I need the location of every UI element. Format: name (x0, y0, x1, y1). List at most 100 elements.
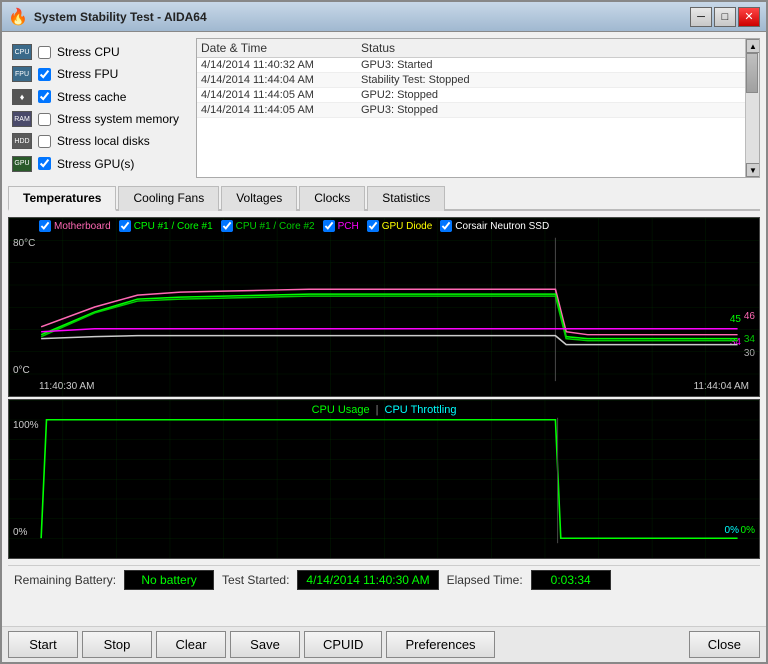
tab-clocks[interactable]: Clocks (299, 186, 365, 211)
log-scrollbar[interactable]: ▲ ▼ (745, 39, 759, 177)
main-window: 🔥 System Stability Test - AIDA64 ─ □ ✕ C… (0, 0, 768, 664)
legend-ssd-label: Corsair Neutron SSD (455, 221, 549, 232)
cpu-chart: CPU Usage | CPU Throttling 100% 0% 0% 0% (8, 399, 760, 559)
legend-pch-label: PCH (338, 221, 359, 232)
close-button[interactable]: Close (689, 631, 760, 658)
legend-pch: PCH (323, 220, 359, 232)
log-status-2: GPU2: Stopped (361, 89, 755, 101)
started-label: Test Started: (222, 573, 289, 587)
bottom-bar: Remaining Battery: No battery Test Start… (8, 565, 760, 594)
stress-item-fpu: FPU Stress FPU (12, 64, 184, 84)
log-row: 4/14/2014 11:40:32 AM GPU3: Started (197, 58, 759, 73)
tabs-section: Temperatures Cooling Fans Voltages Clock… (8, 184, 760, 211)
log-row: 4/14/2014 11:44:05 AM GPU3: Stopped (197, 103, 759, 118)
stress-cpu-checkbox[interactable] (38, 46, 51, 59)
started-value: 4/14/2014 11:40:30 AM (297, 570, 438, 590)
scroll-up-arrow[interactable]: ▲ (746, 39, 760, 53)
clear-button[interactable]: Clear (156, 631, 226, 658)
stop-button[interactable]: Stop (82, 631, 152, 658)
log-date-1: 4/14/2014 11:44:04 AM (201, 74, 361, 86)
log-panel: Date & Time Status 4/14/2014 11:40:32 AM… (196, 38, 760, 178)
legend-cpu2-label: CPU #1 / Core #2 (236, 221, 315, 232)
stress-item-cpu: CPU Stress CPU (12, 42, 184, 62)
legend-cpu2: CPU #1 / Core #2 (221, 220, 315, 232)
tab-cooling[interactable]: Cooling Fans (118, 186, 219, 211)
cpu-chart-svg (9, 400, 759, 558)
stress-disk-label: Stress local disks (57, 134, 150, 148)
mem-icon: RAM (12, 111, 32, 127)
top-section: CPU Stress CPU FPU Stress FPU ♦ Stress c… (8, 38, 760, 178)
chart-area: Motherboard CPU #1 / Core #1 CPU #1 / Co… (8, 217, 760, 559)
log-status-header: Status (361, 41, 755, 55)
elapsed-value: 0:03:34 (531, 570, 611, 590)
tab-temperatures[interactable]: Temperatures (8, 186, 116, 211)
preferences-button[interactable]: Preferences (386, 631, 494, 658)
legend-cpu1-label: CPU #1 / Core #1 (134, 221, 213, 232)
stress-fpu-checkbox[interactable] (38, 68, 51, 81)
title-bar: 🔥 System Stability Test - AIDA64 ─ □ ✕ (2, 2, 766, 32)
titlebar-close-button[interactable]: ✕ (738, 7, 760, 27)
stress-panel: CPU Stress CPU FPU Stress FPU ♦ Stress c… (8, 38, 188, 178)
stress-fpu-label: Stress FPU (57, 67, 118, 81)
stress-gpu-label: Stress GPU(s) (57, 157, 134, 171)
battery-label: Remaining Battery: (14, 573, 116, 587)
legend-gpu-diode-check[interactable] (367, 220, 379, 232)
maximize-button[interactable]: □ (714, 7, 736, 27)
start-button[interactable]: Start (8, 631, 78, 658)
scroll-thumb[interactable] (746, 53, 758, 93)
title-bar-controls: ─ □ ✕ (690, 7, 760, 27)
legend-pch-check[interactable] (323, 220, 335, 232)
tab-voltages[interactable]: Voltages (221, 186, 297, 211)
log-status-1: Stability Test: Stopped (361, 74, 755, 86)
log-header: Date & Time Status (197, 39, 759, 58)
stress-disk-checkbox[interactable] (38, 135, 51, 148)
stress-mem-label: Stress system memory (57, 112, 179, 126)
legend-motherboard: Motherboard (39, 220, 111, 232)
legend-gpu-diode: GPU Diode (367, 220, 433, 232)
log-status-3: GPU3: Stopped (361, 104, 755, 116)
stress-cpu-label: Stress CPU (57, 45, 120, 59)
stress-item-mem: RAM Stress system memory (12, 109, 184, 129)
stress-item-disk: HDD Stress local disks (12, 131, 184, 151)
stress-mem-checkbox[interactable] (38, 113, 51, 126)
log-row: 4/14/2014 11:44:04 AM Stability Test: St… (197, 73, 759, 88)
temp-legend: Motherboard CPU #1 / Core #1 CPU #1 / Co… (39, 220, 749, 232)
log-date-header: Date & Time (201, 41, 361, 55)
legend-ssd: Corsair Neutron SSD (440, 220, 549, 232)
app-icon: 🔥 (8, 7, 28, 27)
legend-gpu-diode-label: GPU Diode (382, 221, 433, 232)
log-status-0: GPU3: Started (361, 59, 755, 71)
disk-icon: HDD (12, 133, 32, 149)
fpu-icon: FPU (12, 66, 32, 82)
elapsed-label: Elapsed Time: (447, 573, 523, 587)
stress-cache-label: Stress cache (57, 90, 126, 104)
window-title: System Stability Test - AIDA64 (34, 10, 207, 24)
legend-motherboard-check[interactable] (39, 220, 51, 232)
gpu-icon: GPU (12, 156, 32, 172)
stress-gpu-checkbox[interactable] (38, 157, 51, 170)
scroll-down-arrow[interactable]: ▼ (746, 163, 760, 177)
tab-bar: Temperatures Cooling Fans Voltages Clock… (8, 184, 760, 211)
stress-cache-checkbox[interactable] (38, 90, 51, 103)
log-date-0: 4/14/2014 11:40:32 AM (201, 59, 361, 71)
save-button[interactable]: Save (230, 631, 300, 658)
log-rows[interactable]: 4/14/2014 11:40:32 AM GPU3: Started 4/14… (197, 58, 759, 177)
stress-item-cache: ♦ Stress cache (12, 87, 184, 107)
cpu-icon: CPU (12, 44, 32, 60)
legend-cpu1-check[interactable] (119, 220, 131, 232)
minimize-button[interactable]: ─ (690, 7, 712, 27)
log-row: 4/14/2014 11:44:05 AM GPU2: Stopped (197, 88, 759, 103)
legend-cpu2-check[interactable] (221, 220, 233, 232)
legend-cpu1: CPU #1 / Core #1 (119, 220, 213, 232)
main-content: CPU Stress CPU FPU Stress FPU ♦ Stress c… (2, 32, 766, 626)
tab-statistics[interactable]: Statistics (367, 186, 445, 211)
legend-ssd-check[interactable] (440, 220, 452, 232)
stress-item-gpu: GPU Stress GPU(s) (12, 154, 184, 174)
cpuid-button[interactable]: CPUID (304, 631, 382, 658)
cache-icon: ♦ (12, 89, 32, 105)
battery-value: No battery (124, 570, 214, 590)
log-date-2: 4/14/2014 11:44:05 AM (201, 89, 361, 101)
title-bar-left: 🔥 System Stability Test - AIDA64 (8, 7, 207, 27)
temp-chart-svg (9, 218, 759, 396)
log-date-3: 4/14/2014 11:44:05 AM (201, 104, 361, 116)
